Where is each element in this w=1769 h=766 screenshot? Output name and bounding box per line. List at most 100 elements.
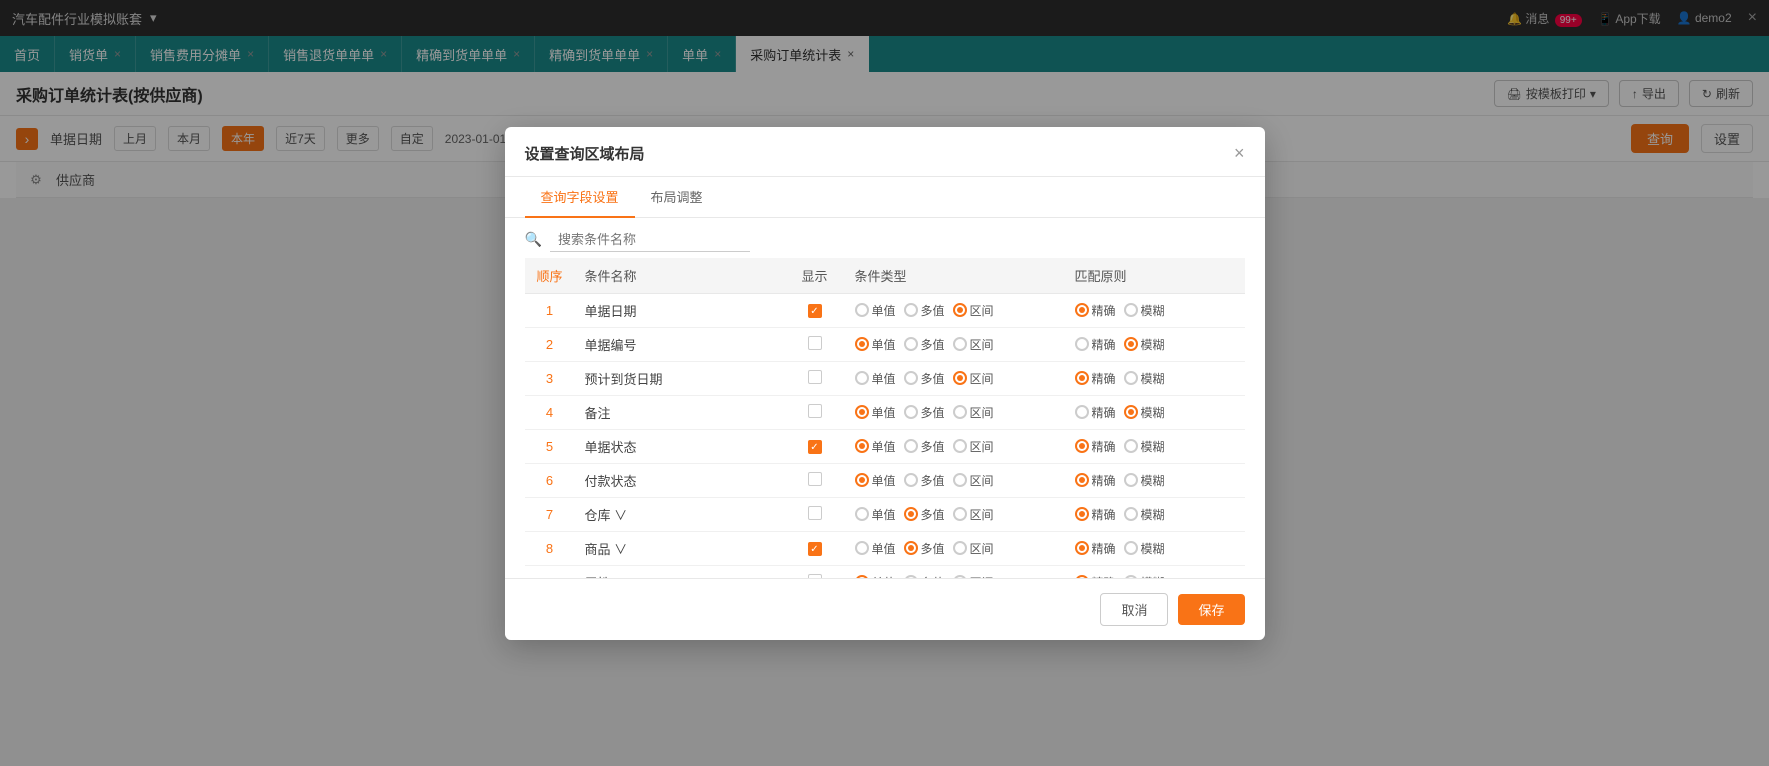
type-range-radio [953,439,967,453]
type-multi-label: 多值 [921,472,945,489]
type-single-option[interactable]: 单值 [855,472,896,489]
match-exact-radio [1075,405,1089,419]
dialog-header: 设置查询区域布局 × [505,127,1265,177]
match-exact-option[interactable]: 精确 [1075,370,1116,387]
row-name: 仓库 ∨ [575,497,785,531]
row-name: 属性 ∨ [575,565,785,578]
display-checkbox[interactable]: ✓ [808,304,822,318]
match-exact-option[interactable]: 精确 [1075,404,1116,421]
row-name: 备注 [575,395,785,429]
type-multi-option[interactable]: 多值 [904,404,945,421]
row-order: 6 [525,463,575,497]
dialog-close-btn[interactable]: × [1234,144,1245,162]
row-display[interactable] [785,565,845,578]
match-fuzzy-radio [1124,303,1138,317]
match-fuzzy-label: 模糊 [1141,370,1165,387]
match-exact-option[interactable]: 精确 [1075,472,1116,489]
match-fuzzy-option[interactable]: 模糊 [1124,370,1165,387]
row-display[interactable]: ✓ [785,531,845,565]
row-display[interactable]: ✓ [785,293,845,327]
match-exact-option[interactable]: 精确 [1075,540,1116,557]
match-fuzzy-option[interactable]: 模糊 [1124,336,1165,353]
row-match: 精确模糊 [1065,293,1245,327]
row-display[interactable] [785,497,845,531]
match-fuzzy-radio [1124,473,1138,487]
type-multi-option[interactable]: 多值 [904,336,945,353]
match-exact-radio [1075,337,1089,351]
type-single-option[interactable]: 单值 [855,438,896,455]
type-multi-option[interactable]: 多值 [904,506,945,523]
search-input[interactable] [550,228,750,252]
cancel-button[interactable]: 取消 [1100,593,1168,626]
type-single-option[interactable]: 单值 [855,506,896,523]
dialog-tab-field-settings[interactable]: 查询字段设置 [525,177,635,218]
display-checkbox[interactable] [808,472,822,486]
row-match: 精确模糊 [1065,463,1245,497]
th-order: 顺序 [525,258,575,294]
match-fuzzy-label: 模糊 [1141,336,1165,353]
match-fuzzy-label: 模糊 [1141,540,1165,557]
type-multi-label: 多值 [921,336,945,353]
type-single-label: 单值 [872,370,896,387]
type-multi-option[interactable]: 多值 [904,472,945,489]
save-button[interactable]: 保存 [1178,594,1244,625]
type-range-option[interactable]: 区间 [953,472,994,489]
row-display[interactable]: ✓ [785,429,845,463]
type-multi-option[interactable]: 多值 [904,302,945,319]
match-fuzzy-option[interactable]: 模糊 [1124,404,1165,421]
type-multi-radio [904,473,918,487]
type-range-option[interactable]: 区间 [953,404,994,421]
match-fuzzy-option[interactable]: 模糊 [1124,472,1165,489]
type-range-option[interactable]: 区间 [953,370,994,387]
row-match: 精确 模糊 [1065,531,1245,565]
display-checkbox[interactable] [808,404,822,418]
type-single-option[interactable]: 单值 [855,370,896,387]
type-multi-option[interactable]: 多值 [904,370,945,387]
type-range-radio [953,303,967,317]
table-row: 2单据编号单值多值区间精确模糊 [525,327,1245,361]
row-display[interactable] [785,361,845,395]
match-exact-option[interactable]: 精确 [1075,506,1116,523]
display-checkbox[interactable] [808,370,822,384]
type-range-option[interactable]: 区间 [953,506,994,523]
row-display[interactable] [785,463,845,497]
dialog-tab-layout-adjust[interactable]: 布局调整 [635,177,719,218]
type-range-option[interactable]: 区间 [953,302,994,319]
type-multi-label: 多值 [921,438,945,455]
match-fuzzy-label: 模糊 [1141,404,1165,421]
dialog-search: 🔍 [505,218,1265,258]
type-single-option[interactable]: 单值 [855,540,896,557]
match-exact-option[interactable]: 精确 [1075,336,1116,353]
type-single-option[interactable]: 单值 [855,336,896,353]
row-display[interactable] [785,327,845,361]
table-row: 7仓库 ∨单值多值区间精确模糊 [525,497,1245,531]
type-single-label: 单值 [872,506,896,523]
type-multi-option[interactable]: 多值 [904,438,945,455]
th-type: 条件类型 [845,258,1065,294]
match-fuzzy-option[interactable]: 模糊 [1124,506,1165,523]
display-checkbox[interactable] [808,336,822,350]
type-single-radio [855,405,869,419]
match-exact-option[interactable]: 精确 [1075,302,1116,319]
type-single-radio [855,541,869,555]
type-range-option[interactable]: 区间 [953,540,994,557]
type-single-radio [855,337,869,351]
display-checkbox[interactable] [808,506,822,520]
match-fuzzy-option[interactable]: 模糊 [1124,540,1165,557]
match-fuzzy-label: 模糊 [1141,506,1165,523]
type-range-option[interactable]: 区间 [953,438,994,455]
match-fuzzy-radio [1124,337,1138,351]
type-multi-radio [904,371,918,385]
display-checkbox[interactable]: ✓ [808,542,822,556]
row-order: 3 [525,361,575,395]
table-row: 6付款状态单值多值区间精确模糊 [525,463,1245,497]
match-fuzzy-option[interactable]: 模糊 [1124,438,1165,455]
match-exact-option[interactable]: 精确 [1075,438,1116,455]
row-display[interactable] [785,395,845,429]
type-single-option[interactable]: 单值 [855,302,896,319]
type-multi-option[interactable]: 多值 [904,540,945,557]
type-range-option[interactable]: 区间 [953,336,994,353]
match-fuzzy-option[interactable]: 模糊 [1124,302,1165,319]
display-checkbox[interactable]: ✓ [808,440,822,454]
type-single-option[interactable]: 单值 [855,404,896,421]
